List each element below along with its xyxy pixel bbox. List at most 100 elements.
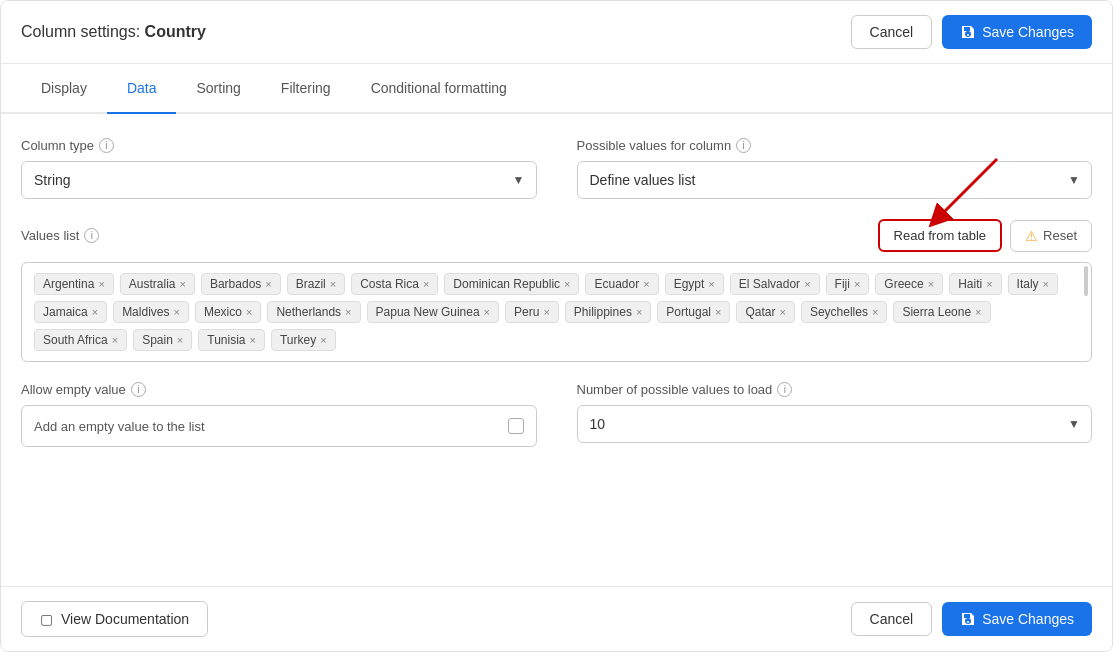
tag-remove-button[interactable]: × — [986, 278, 992, 290]
list-item: El Salvador × — [730, 273, 820, 295]
tag-remove-button[interactable]: × — [345, 306, 351, 318]
num-values-info-icon[interactable]: i — [777, 382, 792, 397]
list-item: Fiji × — [826, 273, 870, 295]
tag-remove-button[interactable]: × — [177, 334, 183, 346]
list-item: Ecuador × — [585, 273, 658, 295]
tag-remove-button[interactable]: × — [715, 306, 721, 318]
tag-remove-button[interactable]: × — [320, 334, 326, 346]
tag-remove-button[interactable]: × — [543, 306, 549, 318]
list-item: Jamaica × — [34, 301, 107, 323]
allow-empty-info-icon[interactable]: i — [131, 382, 146, 397]
title-prefix: Column settings: — [21, 23, 145, 40]
allow-empty-checkbox[interactable] — [508, 418, 524, 434]
tag-remove-button[interactable]: × — [636, 306, 642, 318]
possible-values-info-icon[interactable]: i — [736, 138, 751, 153]
list-item: Egypt × — [665, 273, 724, 295]
list-item: Turkey × — [271, 329, 336, 351]
allow-empty-text: Add an empty value to the list — [34, 419, 205, 434]
tag-remove-button[interactable]: × — [246, 306, 252, 318]
num-values-select[interactable]: 10 25 50 100 — [577, 405, 1093, 443]
tab-filtering[interactable]: Filtering — [261, 64, 351, 114]
list-item: Philippines × — [565, 301, 651, 323]
tag-remove-button[interactable]: × — [928, 278, 934, 290]
values-list-actions: Read from table ⚠ Reset — [878, 219, 1092, 252]
num-values-label: Number of possible values to load i — [577, 382, 1093, 397]
tag-remove-button[interactable]: × — [975, 306, 981, 318]
possible-values-select[interactable]: Define values list Auto-detect Manual — [577, 161, 1093, 199]
view-docs-label: View Documentation — [61, 611, 189, 627]
doc-icon: ▢ — [40, 611, 53, 627]
title-bold: Country — [145, 23, 206, 40]
column-type-group: Column type i String Number Boolean Date… — [21, 138, 537, 199]
page-wrapper: Column settings: Country Cancel Save Cha… — [0, 0, 1113, 652]
list-item: Qatar × — [736, 301, 794, 323]
tag-remove-button[interactable]: × — [708, 278, 714, 290]
tag-remove-button[interactable]: × — [92, 306, 98, 318]
warning-icon: ⚠ — [1025, 228, 1038, 244]
footer: ▢ View Documentation Cancel Save Changes — [1, 586, 1112, 651]
list-item: Papua New Guinea × — [367, 301, 500, 323]
column-type-select-wrapper: String Number Boolean Date ▼ — [21, 161, 537, 199]
tag-remove-button[interactable]: × — [872, 306, 878, 318]
tag-remove-button[interactable]: × — [779, 306, 785, 318]
allow-empty-row: Add an empty value to the list — [21, 405, 537, 447]
num-values-group: Number of possible values to load i 10 2… — [577, 382, 1093, 447]
header-actions: Cancel Save Changes — [851, 15, 1092, 49]
footer-cancel-button[interactable]: Cancel — [851, 602, 933, 636]
view-docs-button[interactable]: ▢ View Documentation — [21, 601, 208, 637]
column-type-info-icon[interactable]: i — [99, 138, 114, 153]
list-item: Italy × — [1008, 273, 1058, 295]
possible-values-group: Possible values for column i Define valu… — [577, 138, 1093, 199]
possible-values-select-wrapper: Define values list Auto-detect Manual ▼ — [577, 161, 1093, 199]
tabs: Display Data Sorting Filtering Condition… — [1, 64, 1112, 114]
header-cancel-button[interactable]: Cancel — [851, 15, 933, 49]
list-item: Maldives × — [113, 301, 189, 323]
header-save-button[interactable]: Save Changes — [942, 15, 1092, 49]
values-list-section: Values list i Read from table — [21, 219, 1092, 362]
list-item: Portugal × — [657, 301, 730, 323]
list-item: Australia × — [120, 273, 195, 295]
allow-empty-group: Allow empty value i Add an empty value t… — [21, 382, 537, 447]
tag-remove-button[interactable]: × — [854, 278, 860, 290]
list-item: Spain × — [133, 329, 192, 351]
list-item: Peru × — [505, 301, 559, 323]
tab-conditional-formatting[interactable]: Conditional formatting — [351, 64, 527, 114]
read-from-table-button[interactable]: Read from table — [878, 219, 1003, 252]
allow-empty-label: Allow empty value i — [21, 382, 537, 397]
reset-label: Reset — [1043, 228, 1077, 243]
save-icon — [960, 24, 976, 40]
list-item: Greece × — [875, 273, 943, 295]
footer-save-icon — [960, 611, 976, 627]
header: Column settings: Country Cancel Save Cha… — [1, 1, 1112, 64]
tag-remove-button[interactable]: × — [643, 278, 649, 290]
tag-remove-button[interactable]: × — [173, 306, 179, 318]
tag-remove-button[interactable]: × — [180, 278, 186, 290]
tab-display[interactable]: Display — [21, 64, 107, 114]
tag-remove-button[interactable]: × — [330, 278, 336, 290]
list-item: Argentina × — [34, 273, 114, 295]
list-item: Dominican Republic × — [444, 273, 579, 295]
column-type-select[interactable]: String Number Boolean Date — [21, 161, 537, 199]
tag-remove-button[interactable]: × — [484, 306, 490, 318]
tab-sorting[interactable]: Sorting — [176, 64, 260, 114]
possible-values-label: Possible values for column i — [577, 138, 1093, 153]
tab-data[interactable]: Data — [107, 64, 177, 114]
footer-save-button[interactable]: Save Changes — [942, 602, 1092, 636]
tag-remove-button[interactable]: × — [1043, 278, 1049, 290]
list-item: Seychelles × — [801, 301, 887, 323]
tag-remove-button[interactable]: × — [804, 278, 810, 290]
values-list-header: Values list i Read from table — [21, 219, 1092, 252]
values-list-info-icon[interactable]: i — [84, 228, 99, 243]
tag-remove-button[interactable]: × — [423, 278, 429, 290]
tag-remove-button[interactable]: × — [265, 278, 271, 290]
list-item: Mexico × — [195, 301, 261, 323]
tag-remove-button[interactable]: × — [250, 334, 256, 346]
reset-button[interactable]: ⚠ Reset — [1010, 220, 1092, 252]
tags-scrollbar — [1084, 266, 1088, 296]
list-item: Sierra Leone × — [893, 301, 990, 323]
tag-remove-button[interactable]: × — [564, 278, 570, 290]
list-item: Haiti × — [949, 273, 1001, 295]
column-type-label: Column type i — [21, 138, 537, 153]
tag-remove-button[interactable]: × — [98, 278, 104, 290]
tag-remove-button[interactable]: × — [112, 334, 118, 346]
